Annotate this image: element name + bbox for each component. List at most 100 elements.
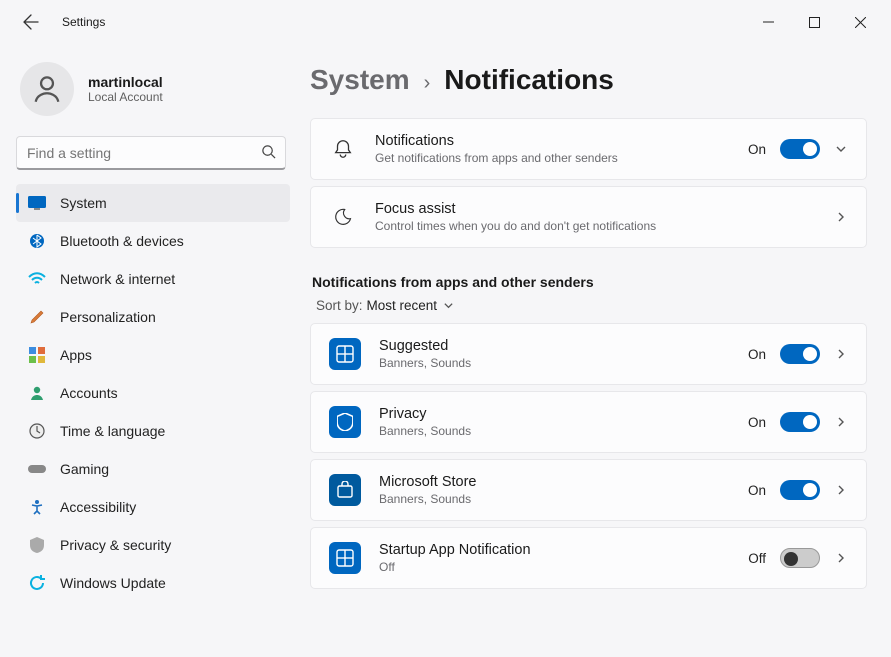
account-icon	[28, 385, 46, 401]
app-title: Startup App Notification	[379, 542, 730, 558]
app-sub: Banners, Sounds	[379, 356, 730, 370]
breadcrumb: System › Notifications	[310, 54, 867, 118]
chevron-right-icon[interactable]	[834, 416, 848, 428]
window-controls	[745, 5, 883, 39]
moon-icon	[329, 207, 357, 227]
app-tile-icon	[329, 542, 361, 574]
chevron-right-icon[interactable]	[834, 211, 848, 223]
app-toggle[interactable]	[780, 480, 820, 500]
main-content: System › Notifications Notifications Get…	[300, 44, 891, 657]
card-title: Notifications	[375, 133, 730, 149]
nav-label: Accessibility	[60, 499, 136, 515]
sidebar-item-personalization[interactable]: Personalization	[16, 298, 290, 336]
app-notification-row-microsoft-store[interactable]: Microsoft Store Banners, Sounds On	[310, 459, 867, 521]
chevron-right-icon[interactable]	[834, 484, 848, 496]
nav-label: Windows Update	[60, 575, 166, 591]
toggle-state-label: Off	[748, 551, 766, 566]
app-title: Suggested	[379, 338, 730, 354]
sidebar-item-bluetooth[interactable]: Bluetooth & devices	[16, 222, 290, 260]
nav-label: Apps	[60, 347, 92, 363]
app-toggle[interactable]	[780, 548, 820, 568]
back-arrow-icon	[23, 14, 39, 30]
avatar	[20, 62, 74, 116]
bluetooth-icon	[28, 233, 46, 249]
breadcrumb-parent[interactable]: System	[310, 64, 410, 96]
nav-label: Personalization	[60, 309, 156, 325]
globe-clock-icon	[28, 423, 46, 439]
app-notification-row-privacy[interactable]: Privacy Banners, Sounds On	[310, 391, 867, 453]
search-icon	[261, 144, 276, 162]
nav-label: Time & language	[60, 423, 165, 439]
breadcrumb-current: Notifications	[444, 64, 614, 96]
sidebar-item-privacy-security[interactable]: Privacy & security	[16, 526, 290, 564]
sidebar-item-accounts[interactable]: Accounts	[16, 374, 290, 412]
notifications-row[interactable]: Notifications Get notifications from app…	[310, 118, 867, 180]
app-sub: Off	[379, 560, 730, 574]
sort-dropdown[interactable]: Most recent	[367, 298, 455, 313]
app-notification-row-suggested[interactable]: Suggested Banners, Sounds On	[310, 323, 867, 385]
paintbrush-icon	[28, 309, 46, 325]
sort-by-row: Sort by: Most recent	[316, 298, 867, 313]
window-title: Settings	[62, 15, 105, 29]
chevron-down-icon	[443, 300, 454, 311]
app-toggle[interactable]	[780, 412, 820, 432]
sidebar-item-apps[interactable]: Apps	[16, 336, 290, 374]
app-sub: Banners, Sounds	[379, 424, 730, 438]
section-heading: Notifications from apps and other sender…	[312, 274, 867, 290]
nav-label: Gaming	[60, 461, 109, 477]
maximize-icon	[809, 17, 820, 28]
wifi-icon	[28, 272, 46, 286]
toggle-state-label: On	[748, 347, 766, 362]
sidebar-item-windows-update[interactable]: Windows Update	[16, 564, 290, 602]
chevron-down-icon[interactable]	[834, 143, 848, 155]
sidebar-item-network[interactable]: Network & internet	[16, 260, 290, 298]
back-button[interactable]	[14, 5, 48, 39]
search-input[interactable]	[16, 136, 286, 170]
sort-label: Sort by:	[316, 298, 363, 313]
maximize-button[interactable]	[791, 5, 837, 39]
minimize-icon	[763, 17, 774, 28]
bell-icon	[329, 138, 357, 160]
sidebar-item-gaming[interactable]: Gaming	[16, 450, 290, 488]
toggle-state-label: On	[748, 415, 766, 430]
toggle-state-label: On	[748, 142, 766, 157]
close-button[interactable]	[837, 5, 883, 39]
notifications-toggle[interactable]	[780, 139, 820, 159]
app-title: Privacy	[379, 406, 730, 422]
close-icon	[855, 17, 866, 28]
toggle-state-label: On	[748, 483, 766, 498]
card-title: Focus assist	[375, 201, 816, 217]
minimize-button[interactable]	[745, 5, 791, 39]
app-toggle[interactable]	[780, 344, 820, 364]
search-box	[16, 136, 286, 170]
nav-label: Accounts	[60, 385, 118, 401]
titlebar: Settings	[0, 0, 891, 44]
shield-tile-icon	[329, 406, 361, 438]
chevron-right-icon[interactable]	[834, 348, 848, 360]
gamepad-icon	[28, 463, 46, 475]
sidebar-item-accessibility[interactable]: Accessibility	[16, 488, 290, 526]
nav-list: System Bluetooth & devices Network & int…	[16, 184, 290, 602]
card-subtitle: Get notifications from apps and other se…	[375, 151, 730, 165]
user-name: martinlocal	[88, 74, 163, 90]
nav-label: Privacy & security	[60, 537, 171, 553]
store-tile-icon	[329, 474, 361, 506]
sidebar-item-time-language[interactable]: Time & language	[16, 412, 290, 450]
app-sub: Banners, Sounds	[379, 492, 730, 506]
focus-assist-row[interactable]: Focus assist Control times when you do a…	[310, 186, 867, 248]
sidebar: martinlocal Local Account System Bluetoo…	[0, 44, 300, 657]
person-icon	[30, 72, 64, 106]
nav-label: Network & internet	[60, 271, 175, 287]
user-account-type: Local Account	[88, 90, 163, 104]
app-notification-row-startup[interactable]: Startup App Notification Off Off	[310, 527, 867, 589]
user-profile[interactable]: martinlocal Local Account	[16, 50, 290, 134]
display-icon	[28, 196, 46, 210]
app-tile-icon	[329, 338, 361, 370]
card-subtitle: Control times when you do and don't get …	[375, 219, 816, 233]
apps-icon	[28, 347, 46, 363]
sidebar-item-system[interactable]: System	[16, 184, 290, 222]
update-icon	[28, 575, 46, 591]
nav-label: System	[60, 195, 107, 211]
chevron-right-icon[interactable]	[834, 552, 848, 564]
app-title: Microsoft Store	[379, 474, 730, 490]
